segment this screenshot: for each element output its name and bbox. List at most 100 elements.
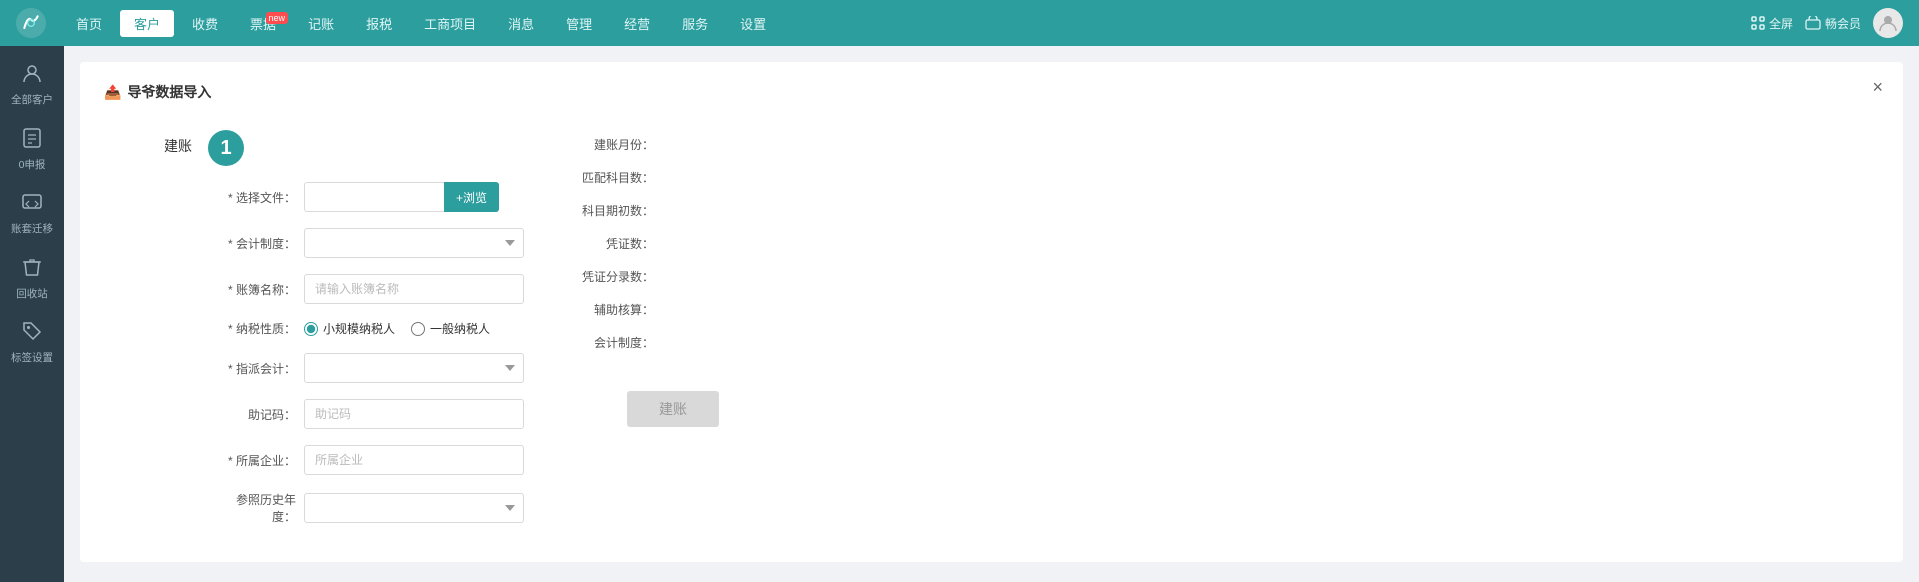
nav-item-tax[interactable]: 报税 [352, 10, 406, 37]
card-title-text: 导爷数据导入 [127, 82, 211, 102]
info-row-voucher: 凭证数： [564, 235, 782, 252]
file-input[interactable] [304, 182, 444, 212]
nav-item-fees[interactable]: 收费 [178, 10, 232, 37]
tax-label: * 纳税性质： [216, 320, 296, 337]
close-button[interactable]: × [1872, 78, 1883, 96]
system-label: 会计制度： [564, 334, 654, 351]
sidebar-item-clients-label: 全部客户 [11, 94, 53, 107]
nav-item-settings[interactable]: 设置 [726, 10, 780, 37]
file-input-group: +浏览 [304, 182, 499, 212]
form-row-accounting: * 会计制度： [216, 228, 524, 258]
nav-item-ops[interactable]: 经营 [610, 10, 664, 37]
tax-small-label: 小规模纳税人 [323, 320, 395, 337]
tags-icon [21, 320, 43, 348]
sidebar-item-migrate[interactable]: 账套迁移 [0, 183, 64, 244]
info-row-init: 科目期初数： [564, 202, 782, 219]
sidebar-item-migrate-label: 账套迁移 [11, 223, 53, 236]
top-nav: 首页 客户 收费 票据 new 记账 报税 工商项目 消息 管理 经营 服务 设… [0, 0, 1919, 46]
tax-option-general[interactable]: 一般纳税人 [411, 320, 490, 337]
step-header: 建账 1 [164, 126, 524, 166]
avatar[interactable] [1873, 8, 1903, 38]
nav-items: 首页 客户 收费 票据 new 记账 报税 工商项目 消息 管理 经营 服务 设… [54, 10, 1751, 37]
memo-input[interactable] [304, 399, 524, 429]
sidebar-item-declare[interactable]: 0申报 [0, 119, 64, 180]
card-title-icon: 📤 [104, 84, 121, 101]
init-label: 科目期初数： [564, 202, 654, 219]
file-label: * 选择文件： [216, 189, 296, 206]
info-row-month: 建账月份： [564, 136, 782, 153]
sidebar-item-declare-label: 0申报 [19, 159, 46, 172]
tax-radio-group: 小规模纳税人 一般纳税人 [304, 320, 490, 337]
ledger-input[interactable] [304, 274, 524, 304]
declare-icon [21, 127, 43, 155]
tax-general-label: 一般纳税人 [430, 320, 490, 337]
voucher-label: 凭证数： [564, 235, 654, 252]
form-area: 建账 1 * 选择文件： +浏览 [104, 126, 1879, 525]
form-row-company: * 所属企业： [216, 445, 524, 475]
nav-item-bookkeep[interactable]: 记账 [294, 10, 348, 37]
form-row-assign: * 指派会计： [216, 353, 524, 383]
browse-button[interactable]: +浏览 [444, 182, 499, 212]
form-right: 建账月份： 匹配科目数： 科目期初数： 凭证数： [564, 126, 782, 525]
member-btn[interactable]: 畅会员 [1805, 15, 1861, 32]
sidebar-item-trash[interactable]: 回收站 [0, 248, 64, 309]
nav-right: 全屏 畅会员 [1751, 8, 1911, 38]
form-left: 建账 1 * 选择文件： +浏览 [164, 126, 524, 525]
form-row-memo: 助记码： [216, 399, 524, 429]
fullscreen-btn[interactable]: 全屏 [1751, 15, 1793, 32]
nav-item-clients[interactable]: 客户 [120, 10, 174, 37]
layout: 全部客户 0申报 账套迁移 [0, 46, 1919, 582]
member-icon [1805, 16, 1821, 30]
info-row-system: 会计制度： [564, 334, 782, 351]
history-label: 参照历史年度： [216, 491, 296, 525]
memo-label: 助记码： [216, 406, 296, 423]
assign-label: * 指派会计： [216, 360, 296, 377]
month-label: 建账月份： [564, 136, 654, 153]
entries-label: 凭证分录数： [564, 268, 654, 285]
info-row-match: 匹配科目数： [564, 169, 782, 186]
accounting-select[interactable] [304, 228, 524, 258]
main-content: 📤 导爷数据导入 × 建账 1 * 选择文件： [64, 46, 1919, 582]
nav-item-service[interactable]: 服务 [668, 10, 722, 37]
tax-radio-small[interactable] [304, 322, 318, 336]
new-badge: new [266, 12, 289, 25]
build-account-button[interactable]: 建账 [627, 391, 719, 427]
sidebar-item-tags[interactable]: 标签设置 [0, 312, 64, 373]
company-label: * 所属企业： [216, 452, 296, 469]
form-rows: * 选择文件： +浏览 * 会计制度： [216, 182, 524, 525]
match-label: 匹配科目数： [564, 169, 654, 186]
clients-icon [21, 62, 43, 90]
info-row-entries: 凭证分录数： [564, 268, 782, 285]
info-row-aux: 辅助核算： [564, 301, 782, 318]
sidebar-item-clients[interactable]: 全部客户 [0, 54, 64, 115]
nav-item-bills[interactable]: 票据 new [236, 10, 290, 37]
tax-radio-general[interactable] [411, 322, 425, 336]
fullscreen-label: 全屏 [1769, 15, 1793, 32]
step-badge: 1 [208, 130, 244, 166]
card-title: 📤 导爷数据导入 [104, 82, 1879, 102]
form-row-tax: * 纳税性质： 小规模纳税人 一般纳税人 [216, 320, 524, 337]
ledger-label: * 账簿名称： [216, 281, 296, 298]
aux-label: 辅助核算： [564, 301, 654, 318]
member-label: 畅会员 [1825, 15, 1861, 32]
migrate-icon [21, 191, 43, 219]
import-card: 📤 导爷数据导入 × 建账 1 * 选择文件： [80, 62, 1903, 562]
accounting-label: * 会计制度： [216, 235, 296, 252]
step-label: 建账 [164, 136, 192, 156]
trash-icon [21, 256, 43, 284]
form-row-ledger: * 账簿名称： [216, 274, 524, 304]
history-select[interactable] [304, 493, 524, 523]
sidebar-item-tags-label: 标签设置 [11, 352, 53, 365]
assign-select[interactable] [304, 353, 524, 383]
form-row-file: * 选择文件： +浏览 [216, 182, 524, 212]
logo [8, 0, 54, 46]
nav-item-msg[interactable]: 消息 [494, 10, 548, 37]
nav-item-biz[interactable]: 工商项目 [410, 10, 490, 37]
nav-item-home[interactable]: 首页 [62, 10, 116, 37]
sidebar: 全部客户 0申报 账套迁移 [0, 46, 64, 582]
form-row-history: 参照历史年度： [216, 491, 524, 525]
company-input[interactable] [304, 445, 524, 475]
tax-option-small[interactable]: 小规模纳税人 [304, 320, 395, 337]
nav-item-manage[interactable]: 管理 [552, 10, 606, 37]
fullscreen-icon [1751, 16, 1765, 30]
